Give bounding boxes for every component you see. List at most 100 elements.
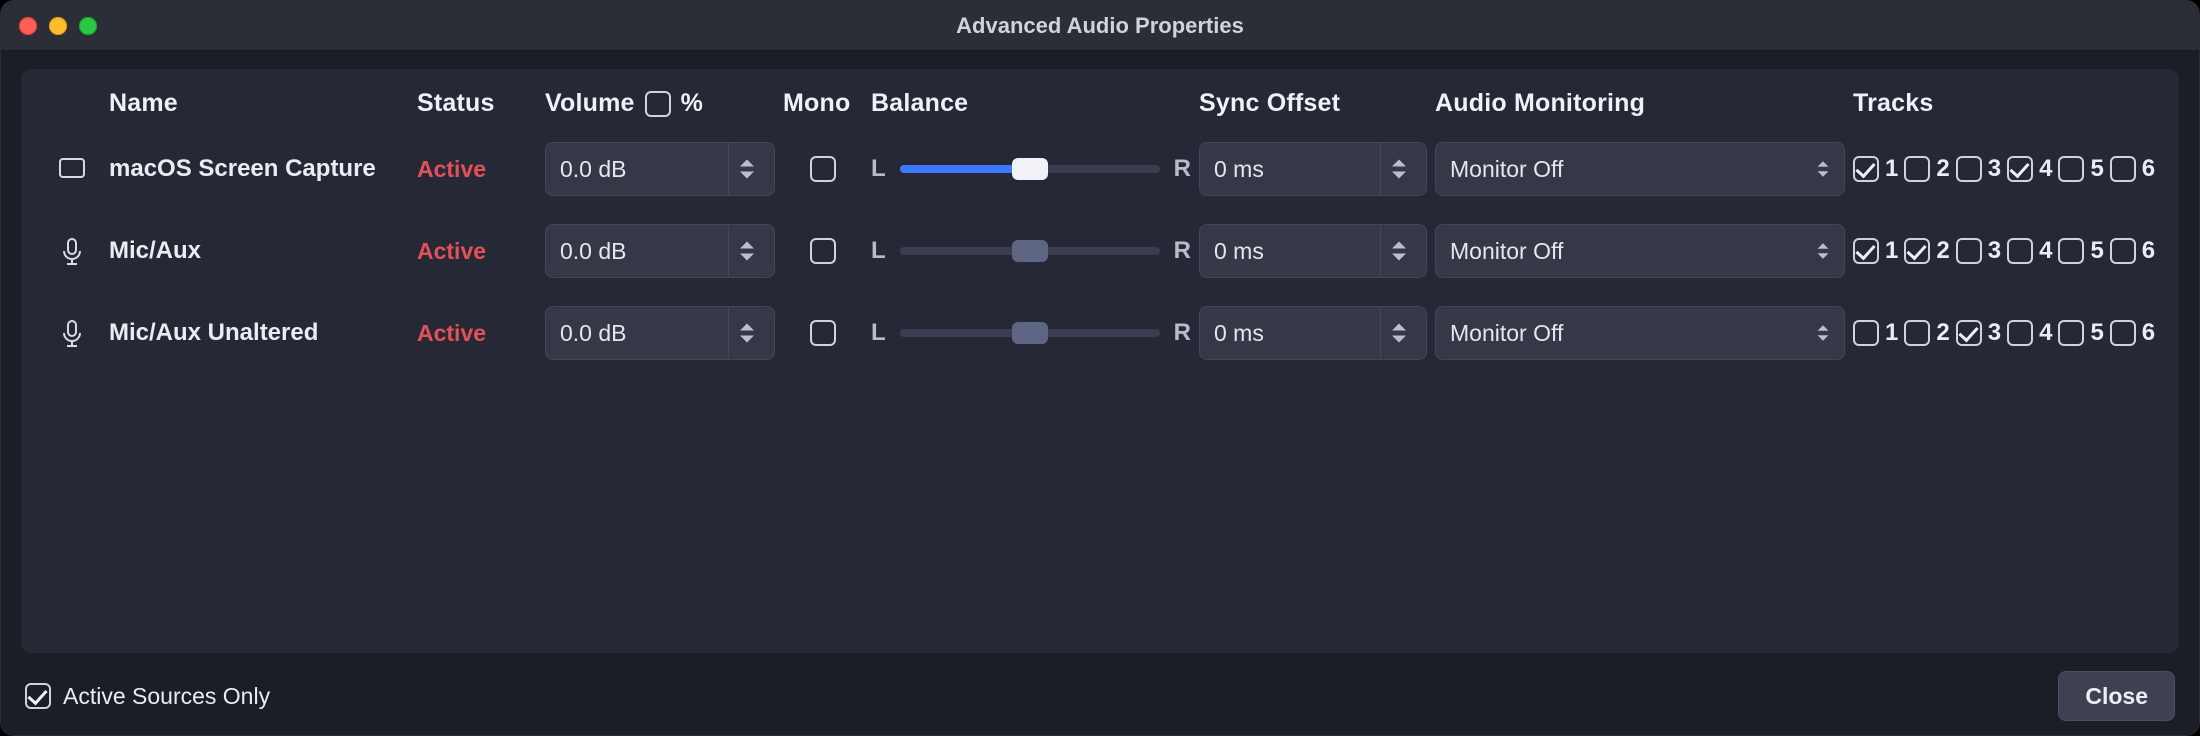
track-3-label: 3	[1988, 237, 2001, 265]
track-3-checkbox[interactable]	[1956, 238, 1982, 264]
audio-monitoring-value: Monitor Off	[1450, 320, 1563, 347]
mic-icon	[43, 318, 101, 348]
tracks-group: 1 2 3 4 5 6	[1853, 155, 2200, 183]
sync-offset-stepper[interactable]	[1380, 225, 1416, 277]
track-6-label: 6	[2142, 237, 2155, 265]
audio-monitoring-select[interactable]: Monitor Off	[1435, 142, 1845, 196]
track-1-label: 1	[1885, 155, 1898, 183]
track-6-label: 6	[2142, 319, 2155, 347]
source-status: Active	[417, 238, 537, 265]
col-volume-pct: %	[681, 89, 703, 118]
sync-offset-field[interactable]: 0 ms	[1199, 224, 1427, 278]
balance-slider[interactable]: L R	[871, 237, 1191, 265]
balance-slider[interactable]: L R	[871, 319, 1191, 347]
sync-offset-field[interactable]: 0 ms	[1199, 306, 1427, 360]
balance-left-label: L	[871, 319, 886, 347]
mono-checkbox[interactable]	[810, 238, 836, 264]
zoom-window-icon[interactable]	[79, 17, 97, 35]
close-button[interactable]: Close	[2058, 671, 2175, 721]
track-4-checkbox[interactable]	[2007, 156, 2033, 182]
volume-value: 0.0 dB	[560, 320, 720, 347]
volume-stepper[interactable]	[728, 307, 764, 359]
active-sources-only-label: Active Sources Only	[63, 683, 270, 710]
track-1-checkbox[interactable]	[1853, 320, 1879, 346]
tracks-group: 1 2 3 4 5 6	[1853, 319, 2200, 347]
volume-field[interactable]: 0.0 dB	[545, 224, 775, 278]
col-volume: Volume %	[545, 89, 775, 118]
close-window-icon[interactable]	[19, 17, 37, 35]
screen-icon	[43, 154, 101, 184]
audio-monitoring-value: Monitor Off	[1450, 156, 1563, 183]
balance-left-label: L	[871, 237, 886, 265]
track-4-checkbox[interactable]	[2007, 320, 2033, 346]
volume-stepper[interactable]	[728, 143, 764, 195]
col-tracks: Tracks	[1853, 89, 2200, 118]
track-6-checkbox[interactable]	[2110, 320, 2136, 346]
track-6-checkbox[interactable]	[2110, 238, 2136, 264]
minimize-window-icon[interactable]	[49, 17, 67, 35]
window: Advanced Audio Properties Name Status Vo…	[0, 0, 2200, 736]
track-2-checkbox[interactable]	[1904, 320, 1930, 346]
balance-track[interactable]	[900, 165, 1160, 173]
track-6-checkbox[interactable]	[2110, 156, 2136, 182]
window-controls	[19, 17, 97, 35]
balance-track[interactable]	[900, 329, 1160, 337]
balance-right-label: R	[1174, 319, 1191, 347]
track-2-checkbox[interactable]	[1904, 156, 1930, 182]
track-1-label: 1	[1885, 319, 1898, 347]
volume-percent-checkbox[interactable]	[645, 91, 671, 117]
track-5-checkbox[interactable]	[2058, 238, 2084, 264]
audio-source-row: macOS Screen Capture Active 0.0 dB L R 0 ms…	[43, 142, 2157, 196]
balance-right-label: R	[1174, 155, 1191, 183]
track-2-label: 2	[1936, 319, 1949, 347]
titlebar: Advanced Audio Properties	[1, 1, 2199, 51]
audio-monitoring-value: Monitor Off	[1450, 238, 1563, 265]
volume-field[interactable]: 0.0 dB	[545, 142, 775, 196]
volume-value: 0.0 dB	[560, 156, 720, 183]
track-1-checkbox[interactable]	[1853, 156, 1879, 182]
volume-field[interactable]: 0.0 dB	[545, 306, 775, 360]
audio-source-row: Mic/Aux Unaltered Active 0.0 dB L R 0 ms Mo…	[43, 306, 2157, 360]
volume-value: 0.0 dB	[560, 238, 720, 265]
mic-icon	[43, 236, 101, 266]
track-5-checkbox[interactable]	[2058, 320, 2084, 346]
balance-track[interactable]	[900, 247, 1160, 255]
audio-monitoring-select[interactable]: Monitor Off	[1435, 224, 1845, 278]
track-6-label: 6	[2142, 155, 2155, 183]
source-status: Active	[417, 156, 537, 183]
col-monitor: Audio Monitoring	[1435, 89, 1845, 118]
balance-slider[interactable]: L R	[871, 155, 1191, 183]
track-4-label: 4	[2039, 237, 2052, 265]
sync-offset-field[interactable]: 0 ms	[1199, 142, 1427, 196]
select-chevron-icon	[1816, 323, 1830, 343]
track-4-label: 4	[2039, 319, 2052, 347]
source-name: Mic/Aux Unaltered	[109, 319, 409, 347]
track-3-checkbox[interactable]	[1956, 156, 1982, 182]
track-1-checkbox[interactable]	[1853, 238, 1879, 264]
track-2-label: 2	[1936, 237, 1949, 265]
col-balance: Balance	[871, 89, 1191, 118]
col-mono: Mono	[783, 89, 863, 118]
track-4-checkbox[interactable]	[2007, 238, 2033, 264]
track-5-checkbox[interactable]	[2058, 156, 2084, 182]
balance-thumb[interactable]	[1012, 158, 1048, 180]
source-name: macOS Screen Capture	[109, 155, 409, 183]
balance-thumb[interactable]	[1012, 322, 1048, 344]
active-sources-only-checkbox[interactable]	[25, 683, 51, 709]
audio-monitoring-select[interactable]: Monitor Off	[1435, 306, 1845, 360]
balance-left-label: L	[871, 155, 886, 183]
mono-checkbox[interactable]	[810, 320, 836, 346]
mono-checkbox[interactable]	[810, 156, 836, 182]
track-3-checkbox[interactable]	[1956, 320, 1982, 346]
sync-offset-stepper[interactable]	[1380, 143, 1416, 195]
sync-offset-stepper[interactable]	[1380, 307, 1416, 359]
track-1-label: 1	[1885, 237, 1898, 265]
track-3-label: 3	[1988, 319, 2001, 347]
balance-thumb[interactable]	[1012, 240, 1048, 262]
column-headers: Name Status Volume % Mono Balance Sync O…	[43, 89, 2157, 118]
track-2-checkbox[interactable]	[1904, 238, 1930, 264]
volume-stepper[interactable]	[728, 225, 764, 277]
audio-source-row: Mic/AuxActive0.0 dB L R0 ms Monitor Off …	[43, 224, 2157, 278]
source-status: Active	[417, 320, 537, 347]
track-3-label: 3	[1988, 155, 2001, 183]
